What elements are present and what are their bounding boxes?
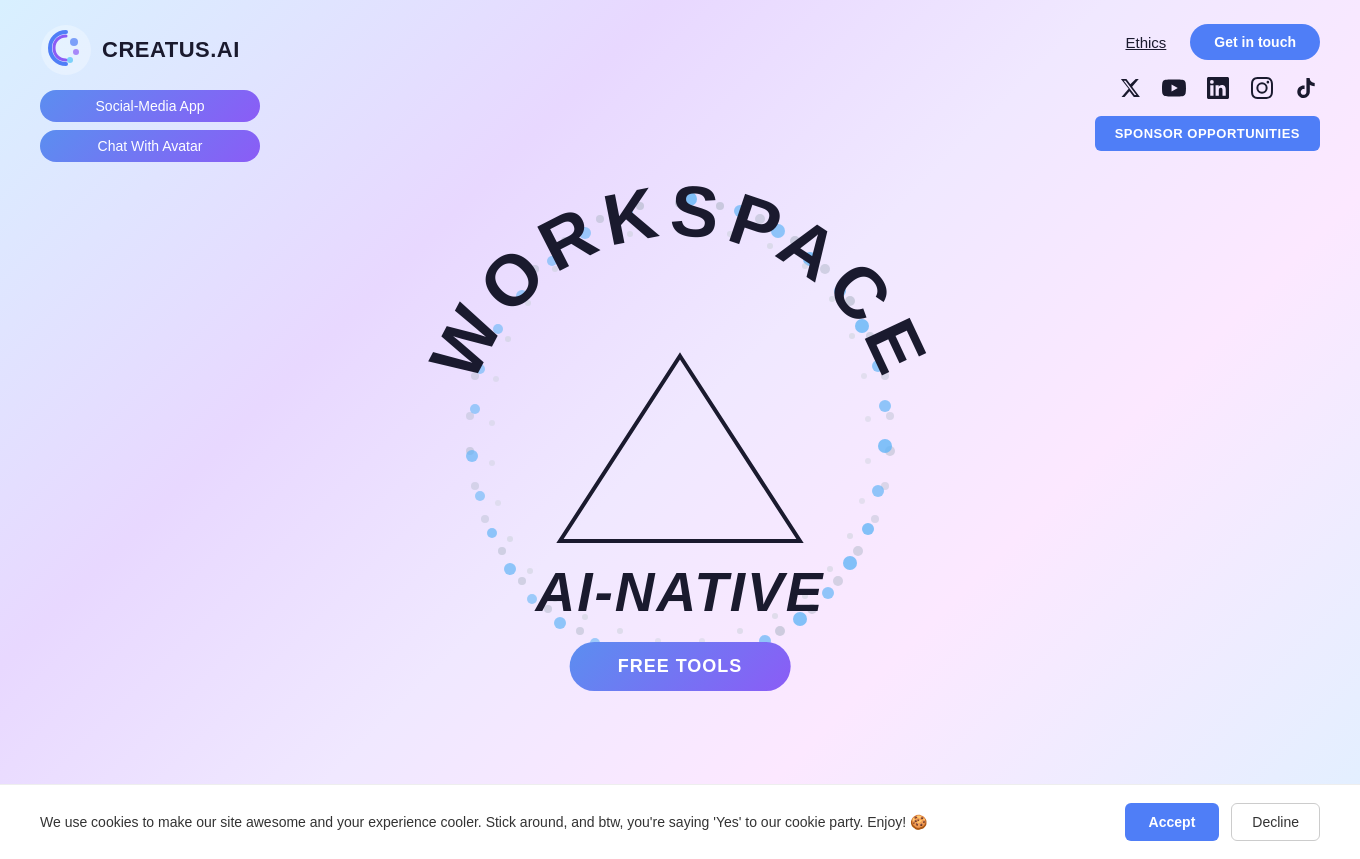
svg-point-58 — [862, 523, 874, 535]
svg-point-30 — [518, 577, 526, 585]
right-header: Ethics Get in touch SPONSOR OPPORTUNITIE… — [1095, 24, 1320, 151]
instagram-icon[interactable] — [1248, 74, 1276, 102]
svg-point-28 — [498, 547, 506, 555]
svg-point-61 — [504, 563, 516, 575]
hero-section: WORKSPACE AI-NATIVE FREE TOOLS — [330, 101, 1030, 801]
accept-button[interactable]: Accept — [1125, 803, 1220, 841]
svg-point-86 — [489, 460, 495, 466]
svg-point-88 — [495, 500, 501, 506]
svg-point-57 — [475, 491, 485, 501]
top-right-actions: Ethics Get in touch — [1125, 24, 1320, 60]
cookie-text: We use cookies to make our site awesome … — [40, 814, 1105, 830]
svg-point-92 — [527, 568, 533, 574]
svg-point-26 — [481, 515, 489, 523]
svg-point-25 — [871, 515, 879, 523]
svg-point-82 — [493, 376, 499, 382]
svg-point-85 — [865, 458, 871, 464]
svg-point-54 — [878, 439, 892, 453]
svg-point-29 — [833, 576, 843, 586]
svg-point-3 — [67, 57, 73, 63]
tiktok-icon[interactable] — [1292, 74, 1320, 102]
social-icons — [1116, 74, 1320, 102]
linkedin-icon[interactable] — [1204, 74, 1232, 102]
svg-point-53 — [470, 404, 480, 414]
svg-point-89 — [847, 533, 853, 539]
svg-point-52 — [879, 400, 891, 412]
svg-point-83 — [865, 416, 871, 422]
svg-point-19 — [886, 412, 894, 420]
logo: CREATUS.AI — [40, 24, 260, 76]
svg-point-87 — [859, 498, 865, 504]
svg-marker-102 — [560, 356, 800, 541]
logo-text: CREATUS.AI — [102, 37, 240, 63]
sponsor-opportunities-button[interactable]: SPONSOR OPPORTUNITIES — [1095, 116, 1320, 151]
social-media-app-button[interactable]: Social-Media App — [40, 90, 260, 122]
youtube-icon[interactable] — [1160, 74, 1188, 102]
workspace-circle: WORKSPACE AI-NATIVE FREE TOOLS — [380, 151, 980, 751]
svg-point-1 — [70, 38, 78, 46]
x-twitter-icon[interactable] — [1116, 74, 1144, 102]
svg-point-8 — [596, 215, 604, 223]
svg-point-84 — [489, 420, 495, 426]
logo-icon — [40, 24, 92, 76]
free-tools-button[interactable]: FREE TOOLS — [570, 642, 791, 691]
svg-point-27 — [853, 546, 863, 556]
svg-point-56 — [872, 485, 884, 497]
header: CREATUS.AI Social-Media App Chat With Av… — [0, 0, 1360, 162]
cookie-banner: We use cookies to make our site awesome … — [0, 784, 1360, 859]
svg-point-2 — [73, 49, 79, 55]
decline-button[interactable]: Decline — [1231, 803, 1320, 841]
nav-buttons: Social-Media App Chat With Avatar — [40, 90, 260, 162]
logo-area: CREATUS.AI Social-Media App Chat With Av… — [40, 24, 260, 162]
svg-point-91 — [827, 566, 833, 572]
chat-with-avatar-button[interactable]: Chat With Avatar — [40, 130, 260, 162]
ethics-link[interactable]: Ethics — [1125, 34, 1166, 51]
svg-point-90 — [507, 536, 513, 542]
svg-point-59 — [487, 528, 497, 538]
get-in-touch-button[interactable]: Get in touch — [1190, 24, 1320, 60]
svg-point-55 — [466, 450, 478, 462]
svg-point-60 — [843, 556, 857, 570]
cookie-actions: Accept Decline — [1125, 803, 1320, 841]
svg-point-24 — [471, 482, 479, 490]
